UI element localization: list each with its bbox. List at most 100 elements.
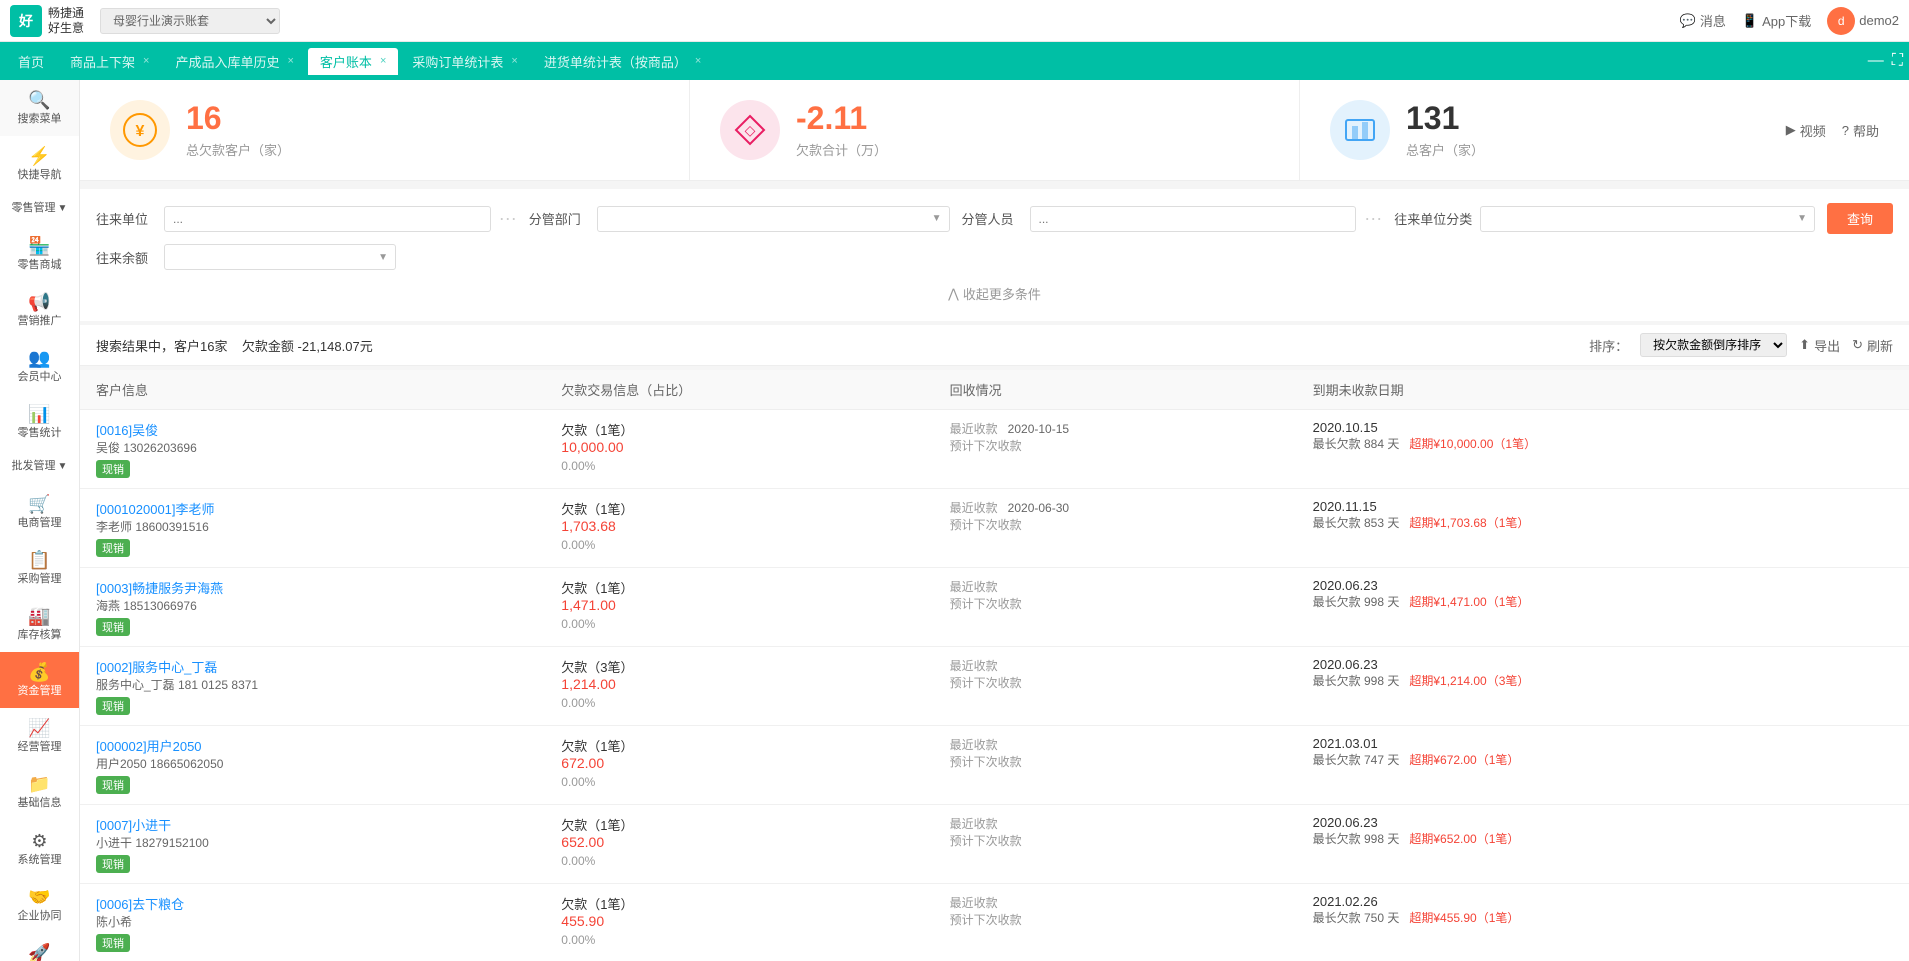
filter-select-unitcat[interactable] xyxy=(1480,206,1815,232)
sidebar-item-purchase[interactable]: 📋 采购管理 xyxy=(0,540,79,596)
export-button[interactable]: ⬆ 导出 xyxy=(1799,336,1840,355)
sidebar-item-corp-collab[interactable]: 🤝 企业协同 xyxy=(0,877,79,933)
cell-recovery-1: 最近收款 2020-06-30 预计下次收款 xyxy=(934,489,1297,568)
next-collect: 预计下次收款 xyxy=(950,911,1281,928)
debt-amount[interactable]: 652.00 xyxy=(561,834,917,850)
message-icon: 💬 xyxy=(1680,13,1696,29)
filter-input-person[interactable] xyxy=(1030,206,1357,232)
customer-id-name[interactable]: [0006]去下粮仓 xyxy=(96,894,529,913)
filter-input-from-unit[interactable] xyxy=(164,206,491,232)
table-row: [000002]用户2050 用户2050 18665062050 现销 欠款（… xyxy=(80,726,1909,805)
next-collect: 预计下次收款 xyxy=(950,595,1281,612)
filter-select-dept[interactable] xyxy=(597,206,950,232)
gear-icon: ⚙ xyxy=(31,831,47,852)
sidebar-item-batch-mgmt[interactable]: 批发管理 ▼ xyxy=(0,450,79,483)
search-button[interactable]: 查询 xyxy=(1827,203,1893,234)
cell-debt-3: 欠款（3笔） 1,214.00 0.00% xyxy=(545,647,933,726)
from-unit-more-icon[interactable]: ··· xyxy=(499,208,517,229)
overdue-link[interactable]: 超期¥455.90（1笔） xyxy=(1409,911,1519,925)
stat-value-overdue: 16 xyxy=(186,101,290,136)
filter-select-balance[interactable] xyxy=(164,244,396,270)
sidebar-search[interactable]: 🔍 搜索菜单 xyxy=(0,80,79,136)
sidebar-item-inventory[interactable]: 🏭 库存核算 xyxy=(0,596,79,652)
sidebar-item-basic-info[interactable]: 📁 基础信息 xyxy=(0,764,79,820)
tab-purchase-order[interactable]: 采购订单统计表 × xyxy=(400,48,529,75)
tab-production-history[interactable]: 产成品入库单历史 × xyxy=(163,48,305,75)
sidebar-item-operations[interactable]: 📈 经营管理 xyxy=(0,708,79,764)
logo-area: 好 畅捷通好生意 xyxy=(10,5,90,37)
debt-count: 欠款（1笔） xyxy=(561,815,917,834)
next-collect: 预计下次收款 xyxy=(950,753,1281,770)
cell-duedate-6: 2021.02.26 最长欠款 750 天 超期¥455.90（1笔） xyxy=(1297,884,1909,961)
sidebar-item-newbie[interactable]: 🚀 新手引导 xyxy=(0,933,79,961)
tab-close-product[interactable]: × xyxy=(143,55,149,67)
tab-home[interactable]: 首页 xyxy=(6,48,56,75)
debt-amount[interactable]: 672.00 xyxy=(561,755,917,771)
user-avatar-button[interactable]: d demo2 xyxy=(1827,7,1899,35)
message-button[interactable]: 💬 消息 xyxy=(1680,11,1726,30)
video-button[interactable]: ▶ 视频 xyxy=(1786,121,1826,140)
tab-close-import[interactable]: × xyxy=(695,55,701,67)
tab-close-purchase[interactable]: × xyxy=(511,55,517,67)
customer-phone: 小进干 18279152100 xyxy=(96,834,529,851)
table-row: [0006]去下粮仓 陈小希 现销 欠款（1笔） 455.90 0.00% 最近… xyxy=(80,884,1909,961)
sidebar-item-retail-mgmt[interactable]: 零售管理 ▼ xyxy=(0,192,79,225)
sidebar-item-quick-nav[interactable]: ⚡ 快捷导航 xyxy=(0,136,79,192)
customer-phone: 服务中心_丁磊 181 0125 8371 xyxy=(96,676,529,693)
tab-close-customer[interactable]: × xyxy=(380,55,386,67)
debt-amount[interactable]: 455.90 xyxy=(561,913,917,929)
cell-duedate-3: 2020.06.23 最长欠款 998 天 超期¥1,214.00（3笔） xyxy=(1297,647,1909,726)
next-collect: 预计下次收款 xyxy=(950,674,1281,691)
app-select[interactable]: 母婴行业演示账套 xyxy=(100,8,280,34)
refresh-button[interactable]: ↻ 刷新 xyxy=(1852,336,1893,355)
help-button[interactable]: ? 帮助 xyxy=(1842,121,1879,140)
sidebar-item-retail-stats[interactable]: 📊 零售统计 xyxy=(0,394,79,450)
filter-row-1: 往来单位 ··· 分管部门 ▼ 分管人员 ··· 往来 xyxy=(96,203,1893,234)
overdue-link[interactable]: 超期¥1,703.68（1笔） xyxy=(1409,516,1529,530)
debt-amount[interactable]: 1,703.68 xyxy=(561,518,917,534)
sidebar-item-retail-mall[interactable]: 🏪 零售商城 xyxy=(0,226,79,282)
results-bar: 搜索结果中，客户16家 欠款金额 -21,148.07元 排序： 按欠款金额倒序… xyxy=(80,325,1909,366)
debt-percent: 0.00% xyxy=(561,933,917,947)
table-row: [0001020001]李老师 李老师 18600391516 现销 欠款（1笔… xyxy=(80,489,1909,568)
due-date-value: 2021.03.01 xyxy=(1313,736,1893,751)
overdue-link[interactable]: 超期¥652.00（1笔） xyxy=(1409,832,1519,846)
sidebar-item-finance[interactable]: 💰 资金管理 xyxy=(0,652,79,708)
sidebar-item-ecommerce[interactable]: 🛒 电商管理 xyxy=(0,484,79,540)
app-download-button[interactable]: 📱 App下载 xyxy=(1742,11,1811,30)
stat-icon-overdue: ¥ xyxy=(110,100,170,160)
cell-recovery-3: 最近收款 预计下次收款 xyxy=(934,647,1297,726)
sidebar-item-system[interactable]: ⚙ 系统管理 xyxy=(0,821,79,877)
customer-id-name[interactable]: [000002]用户2050 xyxy=(96,736,529,755)
filter-balance-wrap: ▼ xyxy=(164,244,396,270)
debt-amount[interactable]: 1,214.00 xyxy=(561,676,917,692)
customer-phone: 吴俊 13026203696 xyxy=(96,439,529,456)
minimize-icon[interactable]: — xyxy=(1868,52,1884,70)
app-selector[interactable]: 母婴行业演示账套 xyxy=(100,8,280,34)
overdue-link[interactable]: 超期¥10,000.00（1笔） xyxy=(1409,437,1536,451)
sort-select[interactable]: 按欠款金额倒序排序 xyxy=(1640,333,1787,357)
customer-id-name[interactable]: [0002]服务中心_丁磊 xyxy=(96,657,529,676)
tab-product-status[interactable]: 商品上下架 × xyxy=(58,48,161,75)
debt-amount[interactable]: 10,000.00 xyxy=(561,439,917,455)
overdue-link[interactable]: 超期¥1,214.00（3笔） xyxy=(1409,674,1529,688)
overdue-link[interactable]: 超期¥672.00（1笔） xyxy=(1409,753,1519,767)
debt-amount[interactable]: 1,471.00 xyxy=(561,597,917,613)
customer-id-name[interactable]: [0003]畅捷服务尹海燕 xyxy=(96,578,529,597)
results-summary: 搜索结果中，客户16家 欠款金额 -21,148.07元 xyxy=(96,336,373,355)
customer-id-name[interactable]: [0001020001]李老师 xyxy=(96,499,529,518)
person-more-icon[interactable]: ··· xyxy=(1364,208,1382,229)
sidebar-item-member[interactable]: 👥 会员中心 xyxy=(0,338,79,394)
tab-import-stats[interactable]: 进货单统计表（按商品） × xyxy=(532,48,713,75)
customer-id-name[interactable]: [0007]小进干 xyxy=(96,815,529,834)
overdue-link[interactable]: 超期¥1,471.00（1笔） xyxy=(1409,595,1529,609)
tab-close-production[interactable]: × xyxy=(287,55,293,67)
customer-id-name[interactable]: [0016]吴俊 xyxy=(96,420,529,439)
overdue-days: 最长欠款 998 天 超期¥652.00（1笔） xyxy=(1313,830,1893,847)
stat-info-amount: -2.11 欠款合计（万） xyxy=(796,101,887,159)
tab-customer-account[interactable]: 客户账本 × xyxy=(308,48,398,75)
cell-recovery-4: 最近收款 预计下次收款 xyxy=(934,726,1297,805)
sidebar-item-marketing[interactable]: 📢 营销推广 xyxy=(0,282,79,338)
collapse-filter-button[interactable]: ⋀ 收起更多条件 xyxy=(96,280,1893,307)
maximize-icon[interactable]: ⛶ xyxy=(1892,52,1903,70)
